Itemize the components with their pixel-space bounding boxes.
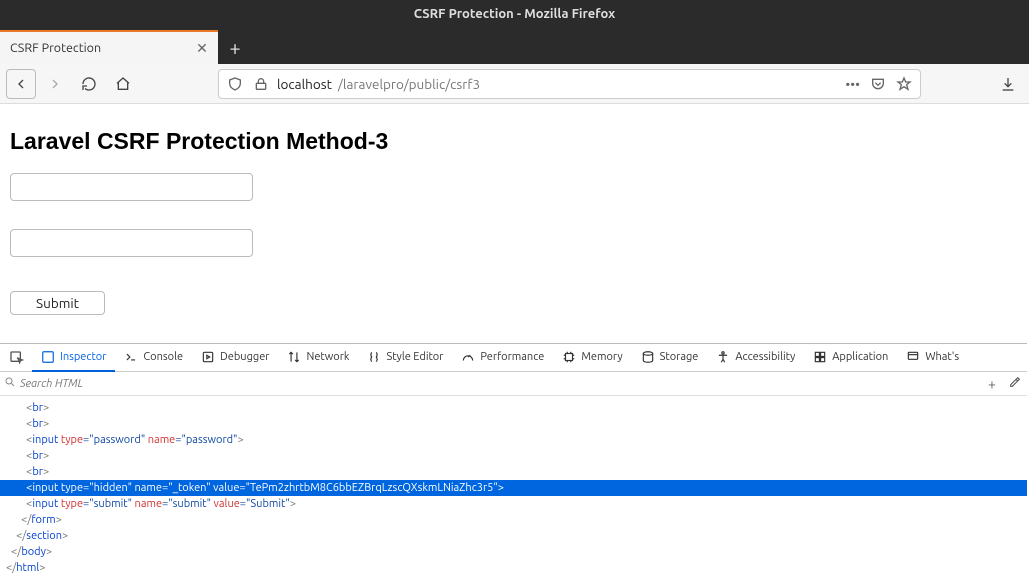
back-button[interactable] (6, 69, 36, 99)
submit-button[interactable]: Submit (10, 291, 105, 315)
tab-network[interactable]: Network (278, 344, 358, 372)
reload-button[interactable] (74, 69, 104, 99)
tab-storage[interactable]: Storage (632, 344, 708, 372)
dom-line: </html> (0, 560, 1027, 576)
devtools-panel: Inspector Console Debugger Network Style… (0, 343, 1027, 575)
dom-line: <input type="password" name="password"> (0, 432, 1027, 448)
tab-console[interactable]: Console (115, 344, 192, 372)
tab-performance[interactable]: Performance (452, 344, 553, 372)
browser-tab[interactable]: CSRF Protection ✕ (0, 30, 218, 64)
dom-line: <br> (0, 400, 1027, 416)
dom-line: <br> (0, 416, 1027, 432)
lock-icon (251, 76, 271, 92)
add-node-button[interactable]: + (983, 376, 1001, 392)
forward-button[interactable] (40, 69, 70, 99)
tab-label: CSRF Protection (10, 41, 194, 55)
dom-line: </form> (0, 512, 1027, 528)
tab-inspector[interactable]: Inspector (32, 344, 115, 372)
new-tab-button[interactable]: + (218, 30, 252, 64)
nav-toolbar: localhost/laravelpro/public/csrf3 ••• (0, 64, 1029, 104)
star-icon[interactable] (894, 76, 914, 92)
dom-line: <br> (0, 448, 1027, 464)
dom-line-selected[interactable]: <input type="hidden" name="_token" value… (0, 480, 1027, 496)
tab-debugger[interactable]: Debugger (192, 344, 278, 372)
close-icon[interactable]: ✕ (194, 40, 210, 56)
page-content: Laravel CSRF Protection Method-3 Submit (0, 104, 1029, 327)
devtools-search-bar: + (0, 372, 1027, 396)
tab-application[interactable]: Application (804, 344, 897, 372)
dom-line: </section> (0, 528, 1027, 544)
window-titlebar: CSRF Protection - Mozilla Firefox (0, 0, 1029, 28)
address-path: /laravelpro/public/csrf3 (338, 76, 480, 92)
tab-strip: CSRF Protection ✕ + (0, 28, 1029, 64)
search-html-input[interactable] (20, 378, 979, 390)
tab-whats-new[interactable]: What's (897, 344, 968, 372)
devtools-tabs: Inspector Console Debugger Network Style… (0, 344, 1027, 372)
dom-line: <br> (0, 464, 1027, 480)
page-heading: Laravel CSRF Protection Method-3 (10, 128, 1019, 155)
window-title: CSRF Protection - Mozilla Firefox (414, 7, 615, 21)
pocket-icon[interactable] (868, 76, 888, 92)
tab-memory[interactable]: Memory (553, 344, 631, 372)
address-bar[interactable]: localhost/laravelpro/public/csrf3 ••• (218, 69, 921, 99)
password-input[interactable] (10, 229, 253, 257)
address-host: localhost (277, 76, 332, 92)
text-input-1[interactable] (10, 173, 253, 201)
shield-icon (225, 76, 245, 92)
dom-tree[interactable]: <br> <br> <input type="password" name="p… (0, 396, 1027, 580)
ellipsis-icon[interactable]: ••• (843, 76, 862, 92)
home-button[interactable] (108, 69, 138, 99)
element-picker-button[interactable] (2, 344, 32, 372)
download-button[interactable] (993, 69, 1023, 99)
dom-line: <input type="submit" name="submit" value… (0, 496, 1027, 512)
dom-line: </body> (0, 544, 1027, 560)
tab-style-editor[interactable]: Style Editor (358, 344, 452, 372)
search-icon (4, 376, 16, 391)
eyedropper-button[interactable] (1005, 376, 1023, 392)
tab-accessibility[interactable]: Accessibility (707, 344, 804, 372)
